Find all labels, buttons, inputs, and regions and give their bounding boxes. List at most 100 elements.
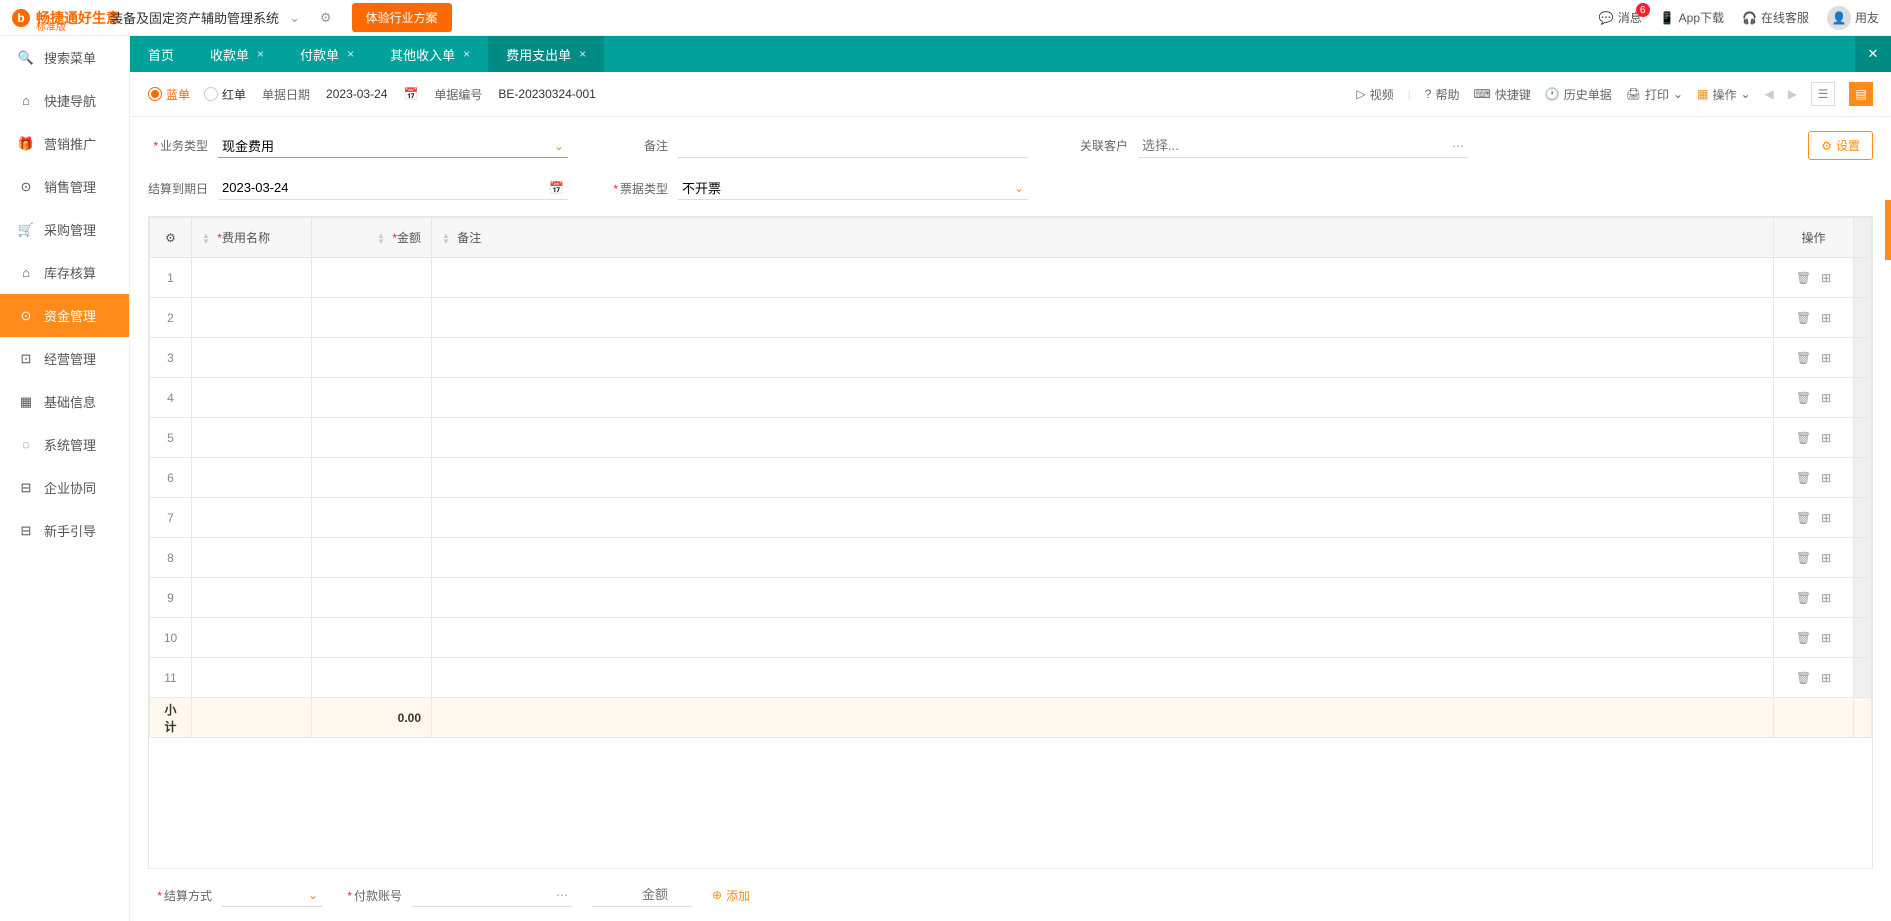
delete-icon[interactable]: 🗑 <box>1796 271 1811 285</box>
cell-expense-name[interactable] <box>192 378 312 418</box>
sidebar-item-6[interactable]: ⊙资金管理 <box>0 294 129 337</box>
close-all-tabs-button[interactable]: ✕ <box>1855 36 1891 72</box>
col-header-gear[interactable]: ⚙ <box>150 218 192 258</box>
sidebar-item-9[interactable]: ◌系统管理 <box>0 423 129 466</box>
delete-icon[interactable]: 🗑 <box>1796 351 1811 365</box>
col-header-remark[interactable]: ▲▼ 备注 <box>432 218 1774 258</box>
table-row[interactable]: 6 🗑 ⊞ <box>150 458 1872 498</box>
copy-icon[interactable]: ⊞ <box>1821 351 1831 365</box>
sidebar-item-5[interactable]: ⌂库存核算 <box>0 251 129 294</box>
copy-icon[interactable]: ⊞ <box>1821 391 1831 405</box>
calendar-icon[interactable]: 📅 <box>403 87 418 101</box>
table-row[interactable]: 8 🗑 ⊞ <box>150 538 1872 578</box>
copy-icon[interactable]: ⊞ <box>1821 311 1831 325</box>
cell-expense-name[interactable] <box>192 578 312 618</box>
tab-4[interactable]: 费用支出单× <box>488 36 604 72</box>
cell-expense-name[interactable] <box>192 498 312 538</box>
amount-input[interactable] <box>592 883 692 907</box>
chevron-down-icon[interactable]: ⌄ <box>1014 181 1024 195</box>
cell-remark[interactable] <box>432 418 1774 458</box>
ellipsis-icon[interactable]: ⋯ <box>556 888 568 902</box>
delete-icon[interactable]: 🗑 <box>1796 671 1811 685</box>
cell-amount[interactable] <box>312 618 432 658</box>
chevron-down-icon[interactable]: ⌄ <box>554 139 564 153</box>
history-button[interactable]: 🕐 历史单据 <box>1545 86 1612 103</box>
cell-expense-name[interactable] <box>192 618 312 658</box>
table-row[interactable]: 10 🗑 ⊞ <box>150 618 1872 658</box>
copy-icon[interactable]: ⊞ <box>1821 631 1831 645</box>
chevron-down-icon[interactable]: ⌄ <box>308 888 318 902</box>
gear-icon[interactable]: ⚙ <box>320 10 332 26</box>
delete-icon[interactable]: 🗑 <box>1796 471 1811 485</box>
close-icon[interactable]: × <box>463 47 470 61</box>
copy-icon[interactable]: ⊞ <box>1821 671 1831 685</box>
ellipsis-icon[interactable]: ⋯ <box>1452 139 1464 153</box>
cell-remark[interactable] <box>432 378 1774 418</box>
table-row[interactable]: 4 🗑 ⊞ <box>150 378 1872 418</box>
cell-amount[interactable] <box>312 258 432 298</box>
table-row[interactable]: 9 🗑 ⊞ <box>150 578 1872 618</box>
cell-expense-name[interactable] <box>192 658 312 698</box>
operate-button[interactable]: ▦ 操作 ⌄ <box>1697 86 1750 103</box>
delete-icon[interactable]: 🗑 <box>1796 391 1811 405</box>
cell-expense-name[interactable] <box>192 418 312 458</box>
invoice-type-input[interactable] <box>678 176 1028 200</box>
cell-remark[interactable] <box>432 658 1774 698</box>
next-button[interactable]: ▶ <box>1788 87 1797 101</box>
sidebar-item-10[interactable]: ⊟企业协同 <box>0 466 129 509</box>
copy-icon[interactable]: ⊞ <box>1821 591 1831 605</box>
video-button[interactable]: ▷ 视频 <box>1356 86 1393 103</box>
sidebar-item-7[interactable]: ⊡经营管理 <box>0 337 129 380</box>
table-row[interactable]: 11 🗑 ⊞ <box>150 658 1872 698</box>
system-selector[interactable]: 装备及固定资产辅助管理系统 ⌄ <box>110 8 300 27</box>
online-service-button[interactable]: 🎧 在线客服 <box>1742 9 1809 26</box>
copy-icon[interactable]: ⊞ <box>1821 471 1831 485</box>
doc-date-value[interactable]: 2023-03-24 <box>326 87 387 101</box>
help-button[interactable]: ? 帮助 <box>1425 86 1460 103</box>
calendar-icon[interactable]: 📅 <box>549 181 564 195</box>
cell-amount[interactable] <box>312 298 432 338</box>
cell-remark[interactable] <box>432 258 1774 298</box>
cell-amount[interactable] <box>312 578 432 618</box>
right-handle[interactable] <box>1885 200 1891 260</box>
cell-amount[interactable] <box>312 338 432 378</box>
cell-amount[interactable] <box>312 538 432 578</box>
cell-remark[interactable] <box>432 458 1774 498</box>
tab-0[interactable]: 首页 <box>130 36 192 72</box>
close-icon[interactable]: × <box>347 47 354 61</box>
cell-remark[interactable] <box>432 538 1774 578</box>
delete-icon[interactable]: 🗑 <box>1796 511 1811 525</box>
cell-remark[interactable] <box>432 618 1774 658</box>
cell-remark[interactable] <box>432 298 1774 338</box>
close-icon[interactable]: × <box>257 47 264 61</box>
table-row[interactable]: 2 🗑 ⊞ <box>150 298 1872 338</box>
col-header-amount[interactable]: ▲▼ *金额 <box>312 218 432 258</box>
app-download-button[interactable]: 📱 App下载 <box>1660 9 1724 26</box>
table-row[interactable]: 5 🗑 ⊞ <box>150 418 1872 458</box>
experience-button[interactable]: 体验行业方案 <box>352 3 452 32</box>
copy-icon[interactable]: ⊞ <box>1821 271 1831 285</box>
cell-amount[interactable] <box>312 458 432 498</box>
sidebar-item-3[interactable]: ⊙销售管理 <box>0 165 129 208</box>
cell-expense-name[interactable] <box>192 538 312 578</box>
cell-amount[interactable] <box>312 418 432 458</box>
sidebar-item-0[interactable]: 🔍搜索菜单 <box>0 36 129 79</box>
delete-icon[interactable]: 🗑 <box>1796 591 1811 605</box>
sidebar-item-2[interactable]: 🎁营销推广 <box>0 122 129 165</box>
delete-icon[interactable]: 🗑 <box>1796 631 1811 645</box>
sidebar-item-4[interactable]: 🛒采购管理 <box>0 208 129 251</box>
message-button[interactable]: 💬 消息 6 <box>1599 9 1642 26</box>
blue-order-radio[interactable]: 蓝单 <box>148 86 190 103</box>
settle-date-input[interactable] <box>218 176 568 200</box>
delete-icon[interactable]: 🗑 <box>1796 311 1811 325</box>
cell-amount[interactable] <box>312 378 432 418</box>
related-customer-input[interactable] <box>1138 134 1468 158</box>
sidebar-item-11[interactable]: ⊟新手引导 <box>0 509 129 552</box>
delete-icon[interactable]: 🗑 <box>1796 431 1811 445</box>
tab-1[interactable]: 收款单× <box>192 36 282 72</box>
table-row[interactable]: 7 🗑 ⊞ <box>150 498 1872 538</box>
table-row[interactable]: 1 🗑 ⊞ <box>150 258 1872 298</box>
shortcut-button[interactable]: ⌨ 快捷键 <box>1473 86 1530 103</box>
cell-remark[interactable] <box>432 578 1774 618</box>
cell-remark[interactable] <box>432 338 1774 378</box>
